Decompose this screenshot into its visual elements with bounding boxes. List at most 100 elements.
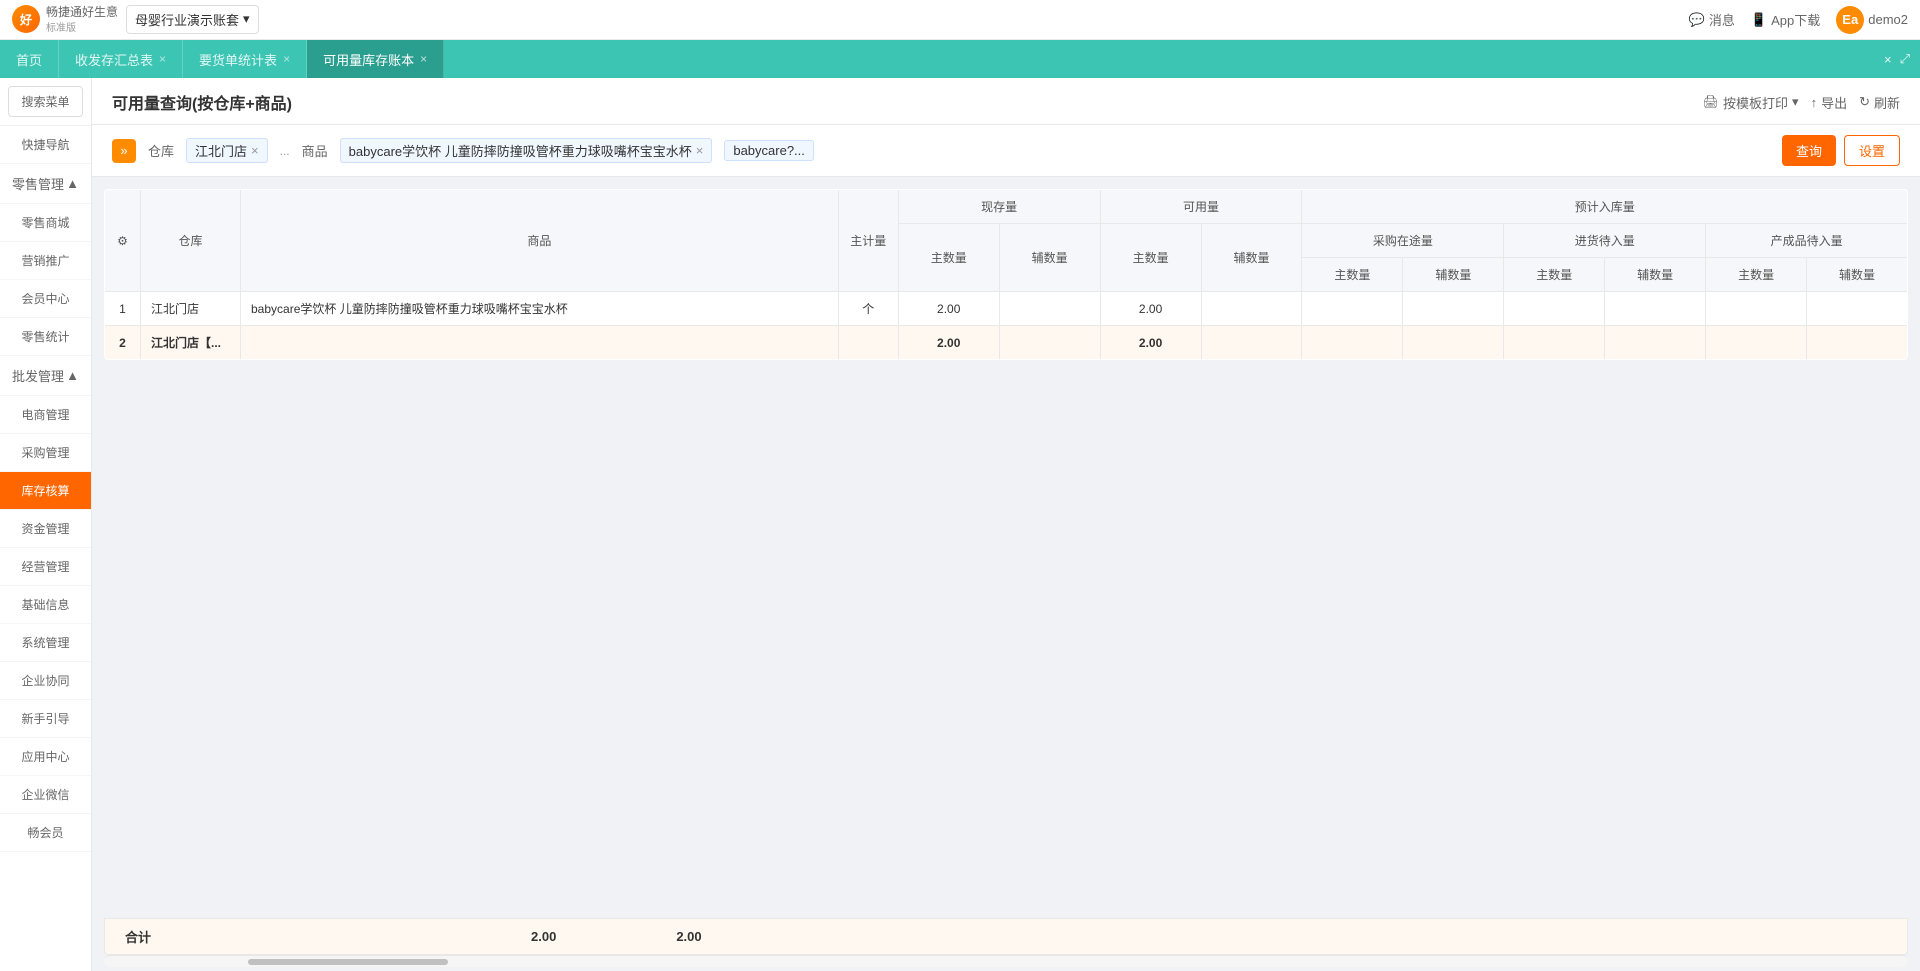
tab-home[interactable]: 首页 — [0, 40, 59, 78]
footer-label: 合计 — [125, 927, 151, 946]
td-incoming-main — [1504, 292, 1605, 326]
close-all-tabs-icon[interactable]: × — [1884, 52, 1892, 67]
sidebar-item-marketing[interactable]: 营销推广 — [0, 242, 91, 280]
page-title: 可用量查询(按仓库+商品) — [112, 90, 292, 114]
th-product-aux: 辅数量 — [1807, 258, 1908, 292]
sidebar-item-wholesale[interactable]: 批发管理 ▲ — [0, 356, 91, 396]
tab-available-stock[interactable]: 可用量库存账本 × — [307, 40, 444, 78]
th-product-main: 主数量 — [1706, 258, 1807, 292]
avatar: Ea — [1836, 6, 1864, 34]
td-unit: 个 — [838, 292, 898, 326]
td-purchase-aux — [1403, 292, 1504, 326]
td-avail-main: 2.00 — [1100, 292, 1201, 326]
tab-bar-controls: × ⤢ — [1874, 40, 1920, 78]
th-avail-main: 主数量 — [1100, 224, 1201, 292]
tab-receive-summary[interactable]: 收发存汇总表 × — [59, 40, 183, 78]
th-incoming-main: 主数量 — [1504, 258, 1605, 292]
th-warehouse: 仓库 — [141, 190, 241, 292]
sidebar-item-inventory[interactable]: 库存核算 — [0, 472, 91, 510]
table-container: ⚙ 仓库 商品 主计量 现存量 可用量 预计入库量 主数量 辅数量 主数量 辅数… — [92, 177, 1920, 918]
sidebar-item-retail-mgmt[interactable]: 零售管理 ▲ — [0, 164, 91, 204]
chevron-down-icon-print: ▾ — [1792, 94, 1799, 110]
top-bar: 好 畅捷通好生意 标准版 母婴行业演示账套 ▾ 💬 消息 📱 App下载 Ea … — [0, 0, 1920, 40]
sidebar-item-finance[interactable]: 资金管理 — [0, 510, 91, 548]
sidebar-item-app-center[interactable]: 应用中心 — [0, 738, 91, 776]
sidebar-item-purchase[interactable]: 采购管理 — [0, 434, 91, 472]
td-seq: 1 — [105, 292, 141, 326]
td-subtotal-purchase-aux — [1403, 326, 1504, 360]
th-incoming-aux: 辅数量 — [1605, 258, 1706, 292]
horizontal-scrollbar[interactable] — [104, 955, 1908, 967]
export-btn[interactable]: ↑ 导出 — [1811, 93, 1848, 112]
message-icon: 💬 — [1689, 12, 1705, 28]
refresh-icon: ↻ — [1859, 94, 1870, 110]
th-stock-aux: 辅数量 — [999, 224, 1100, 292]
sidebar-item-member[interactable]: 会员中心 — [0, 280, 91, 318]
table-row: 1 江北门店 babycare学饮杯 儿童防摔防撞吸管杯重力球吸嘴杯宝宝水杯 个… — [105, 292, 1908, 326]
th-expected-group: 预计入库量 — [1302, 190, 1908, 224]
sidebar-item-basic-info[interactable]: 基础信息 — [0, 586, 91, 624]
td-stock-main: 2.00 — [898, 292, 999, 326]
td-subtotal-product — [241, 326, 839, 360]
tab-close-order[interactable]: × — [283, 52, 290, 66]
main-layout: 搜索菜单 快捷导航 零售管理 ▲ 零售商城 营销推广 会员中心 零售统计 批发管… — [0, 78, 1920, 971]
scrollbar-thumb[interactable] — [248, 959, 448, 965]
warehouse-label: 仓库 — [148, 141, 174, 160]
th-stock-group: 现存量 — [898, 190, 1100, 224]
logo-icon: 好 — [12, 5, 40, 33]
tab-close-available[interactable]: × — [420, 52, 427, 66]
sidebar-item-system[interactable]: 系统管理 — [0, 624, 91, 662]
app-download-btn[interactable]: 📱 App下载 — [1751, 10, 1820, 29]
td-warehouse: 江北门店 — [141, 292, 241, 326]
tab-bar: 首页 收发存汇总表 × 要货单统计表 × 可用量库存账本 × × ⤢ — [0, 40, 1920, 78]
sidebar-item-ecommerce[interactable]: 电商管理 — [0, 396, 91, 434]
tab-close-receive[interactable]: × — [159, 52, 166, 66]
refresh-btn[interactable]: ↻ 刷新 — [1859, 93, 1900, 112]
sidebar-item-retail-mall[interactable]: 零售商城 — [0, 204, 91, 242]
td-avail-aux — [1201, 292, 1302, 326]
page-header: 可用量查询(按仓库+商品) 🖨 按模板打印 ▾ ↑ 导出 ↻ 刷新 — [92, 78, 1920, 125]
tab-order-stats[interactable]: 要货单统计表 × — [183, 40, 307, 78]
sidebar-item-wechat[interactable]: 企业微信 — [0, 776, 91, 814]
user-profile[interactable]: Ea demo2 — [1836, 6, 1908, 34]
setting-button[interactable]: 设置 — [1844, 135, 1900, 166]
content-area: 可用量查询(按仓库+商品) 🖨 按模板打印 ▾ ↑ 导出 ↻ 刷新 — [92, 78, 1920, 971]
search-menu-btn[interactable]: 搜索菜单 — [8, 86, 83, 117]
filter-toggle-btn[interactable]: » — [112, 139, 136, 163]
footer-stock-main: 2.00 — [531, 929, 556, 944]
th-product: 商品 — [241, 190, 839, 292]
th-avail-aux: 辅数量 — [1201, 224, 1302, 292]
th-available-group: 可用量 — [1100, 190, 1302, 224]
arrow-icon: ▲ — [66, 176, 79, 191]
sidebar-item-enterprise[interactable]: 企业协同 — [0, 662, 91, 700]
warehouse-more[interactable]: ... — [280, 144, 290, 158]
th-purchase-group: 采购在途量 — [1302, 224, 1504, 258]
td-subtotal-seq: 2 — [105, 326, 141, 360]
query-button[interactable]: 查询 — [1782, 135, 1836, 166]
th-purchase-aux: 辅数量 — [1403, 258, 1504, 292]
sidebar-item-member2[interactable]: 畅会员 — [0, 814, 91, 852]
top-bar-left: 好 畅捷通好生意 标准版 母婴行业演示账套 ▾ — [12, 5, 259, 34]
sidebar: 搜索菜单 快捷导航 零售管理 ▲ 零售商城 营销推广 会员中心 零售统计 批发管… — [0, 78, 92, 971]
td-product-main — [1706, 292, 1807, 326]
sidebar-item-operations[interactable]: 经营管理 — [0, 548, 91, 586]
td-subtotal-stock-aux — [999, 326, 1100, 360]
th-purchase-main: 主数量 — [1302, 258, 1403, 292]
logo-text: 畅捷通好生意 标准版 — [46, 5, 118, 34]
td-product-aux — [1807, 292, 1908, 326]
message-btn[interactable]: 💬 消息 — [1689, 10, 1735, 29]
print-btn[interactable]: 🖨 按模板打印 ▾ — [1703, 93, 1799, 112]
sidebar-item-retail-stats[interactable]: 零售统计 — [0, 318, 91, 356]
td-subtotal-incoming-main — [1504, 326, 1605, 360]
product-tag-1: babycare学饮杯 儿童防摔防撞吸管杯重力球吸嘴杯宝宝水杯 × — [340, 138, 713, 163]
warehouse-tag: 江北门店 × — [186, 138, 268, 163]
warehouse-tag-close[interactable]: × — [251, 143, 259, 158]
account-selector[interactable]: 母婴行业演示账套 ▾ — [126, 5, 259, 34]
sidebar-quick-nav[interactable]: 快捷导航 — [0, 126, 91, 164]
th-unit: 主计量 — [838, 190, 898, 292]
chevron-down-icon: ▾ — [243, 11, 250, 27]
sidebar-item-newbie[interactable]: 新手引导 — [0, 700, 91, 738]
product-tag1-close[interactable]: × — [696, 143, 704, 158]
expand-icon[interactable]: ⤢ — [1900, 51, 1910, 67]
sidebar-search-area: 搜索菜单 — [0, 78, 91, 126]
